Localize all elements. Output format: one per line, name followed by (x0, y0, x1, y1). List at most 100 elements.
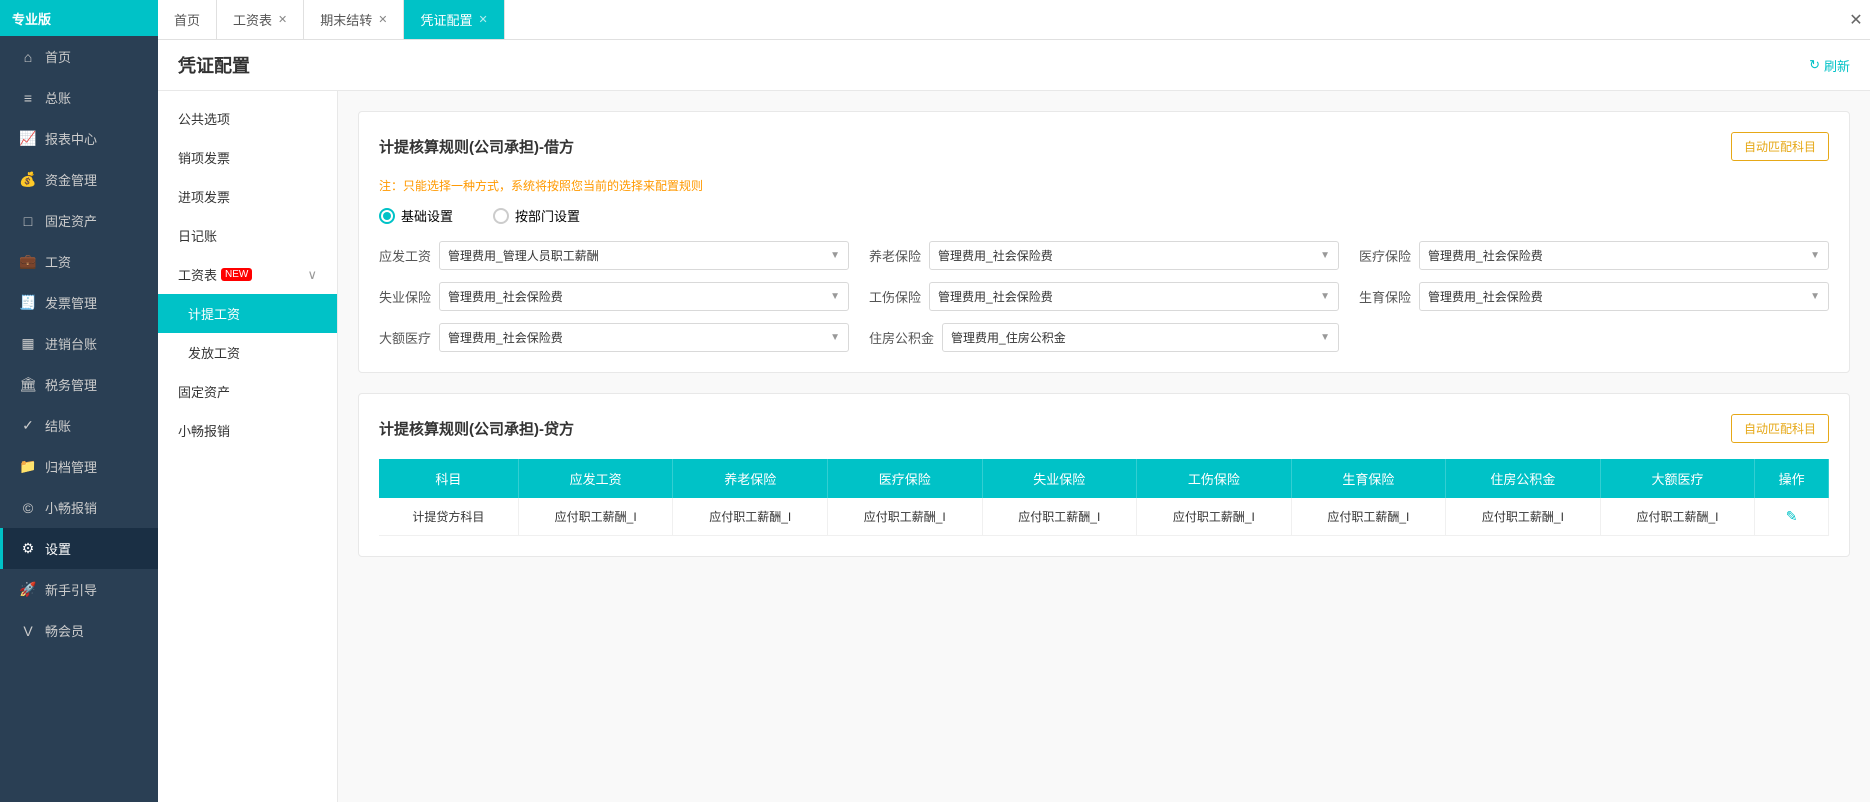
debit-section-note: 注：只能选择一种方式，系统将按照您当前的选择来配置规则 (379, 177, 1829, 194)
page-title: 凭证配置 (178, 52, 250, 78)
sidebar-item-label: 首页 (45, 47, 71, 66)
sidebar-item-purchase-sales[interactable]: ▦ 进销台账 (0, 323, 158, 364)
nav-sales-invoice[interactable]: 销项发票 (158, 138, 337, 177)
salary-icon: 💼 (19, 253, 37, 270)
housing-dropdown-icon: ▼ (1320, 332, 1330, 343)
debit-auto-match-button[interactable]: 自动匹配科目 (1731, 132, 1829, 161)
th-pension: 养老保险 (673, 459, 828, 498)
tab-salary-close[interactable]: ✕ (278, 13, 287, 26)
sidebar-item-member[interactable]: V 畅会员 (0, 610, 158, 651)
form-item-empty (1359, 323, 1829, 352)
page-header: 凭证配置 ↻ 刷新 (158, 40, 1870, 91)
nav-purchase-invoice[interactable]: 进项发票 (158, 177, 337, 216)
nav-calc-salary[interactable]: 计提工资 (158, 294, 337, 333)
tab-home[interactable]: 首页 (158, 0, 217, 39)
medical-select-value: 管理费用_社会保险费 (1428, 247, 1543, 264)
injury-select[interactable]: 管理费用_社会保险费 ▼ (929, 282, 1339, 311)
sidebar-item-label: 工资 (45, 252, 71, 271)
sidebar-item-fund-management[interactable]: 💰 资金管理 (0, 159, 158, 200)
maternity-select[interactable]: 管理费用_社会保险费 ▼ (1419, 282, 1829, 311)
nav-fixed-assets[interactable]: 固定资产 (158, 372, 337, 411)
tab-period-close-btn[interactable]: ✕ (378, 13, 387, 26)
injury-select-value: 管理费用_社会保险费 (938, 288, 1053, 305)
td-subject: 计提贷方科目 (379, 498, 518, 536)
salary-select-value: 管理费用_管理人员职工薪酬 (448, 247, 599, 264)
unemployment-select-value: 管理费用_社会保险费 (448, 288, 563, 305)
tab-salary-table[interactable]: 工资表 ✕ (217, 0, 304, 39)
radio-dept-settings[interactable]: 按部门设置 (493, 206, 580, 225)
sidebar-item-invoice-management[interactable]: 🧾 发票管理 (0, 282, 158, 323)
sidebar-item-xiaochang-report[interactable]: © 小畅报销 (0, 487, 158, 528)
sidebar-item-label: 税务管理 (45, 375, 97, 394)
window-close-btn[interactable]: ✕ (1842, 6, 1870, 34)
injury-dropdown-icon: ▼ (1320, 291, 1330, 302)
sidebar-item-tax-management[interactable]: 🏛 税务管理 (0, 364, 158, 405)
archive-icon: 📁 (19, 458, 37, 475)
sidebar-item-settings[interactable]: ⚙ 设置 (0, 528, 158, 569)
medical-select[interactable]: 管理费用_社会保险费 ▼ (1419, 241, 1829, 270)
guide-icon: 🚀 (19, 581, 37, 598)
sidebar-item-report-center[interactable]: 📈 报表中心 (0, 118, 158, 159)
new-badge: NEW (221, 268, 252, 281)
credit-section-header: 计提核算规则(公司承担)-贷方 自动匹配科目 (379, 414, 1829, 443)
sidebar-item-fixed-assets[interactable]: □ 固定资产 (0, 200, 158, 241)
xiaochang-icon: © (19, 500, 37, 516)
sidebar-item-label: 资金管理 (45, 170, 97, 189)
refresh-icon: ↻ (1809, 57, 1820, 73)
refresh-button[interactable]: ↻ 刷新 (1809, 56, 1850, 75)
sidebar-item-home[interactable]: ⌂ 首页 (0, 36, 158, 77)
sidebar: 专业版 ⌂ 首页 ≡ 总账 📈 报表中心 💰 资金管理 □ 固定资产 💼 工资 … (0, 0, 158, 802)
nav-journal[interactable]: 日记账 (158, 216, 337, 255)
radio-basic-inner (383, 212, 391, 220)
sidebar-item-archive[interactable]: 📁 归档管理 (0, 446, 158, 487)
tab-period-close[interactable]: 期末结转 ✕ (304, 0, 404, 39)
th-unemployment: 失业保险 (982, 459, 1137, 498)
form-item-medical: 医疗保险 管理费用_社会保险费 ▼ (1359, 241, 1829, 270)
salary-select[interactable]: 管理费用_管理人员职工薪酬 ▼ (439, 241, 849, 270)
form-item-maternity: 生育保险 管理费用_社会保险费 ▼ (1359, 282, 1829, 311)
pension-label: 养老保险 (869, 246, 921, 265)
tab-voucher-close[interactable]: ✕ (479, 13, 488, 26)
nav-salary-table[interactable]: 工资表 NEW ∨ (158, 255, 337, 294)
sidebar-item-close-accounts[interactable]: ✓ 结账 (0, 405, 158, 446)
maternity-label: 生育保险 (1359, 287, 1411, 306)
edit-icon[interactable]: ✎ (1786, 508, 1798, 524)
nav-public-options[interactable]: 公共选项 (158, 99, 337, 138)
th-medical: 医疗保险 (827, 459, 982, 498)
housing-select[interactable]: 管理费用_住房公积金 ▼ (942, 323, 1339, 352)
sidebar-item-label: 总账 (45, 88, 71, 107)
form-item-pension: 养老保险 管理费用_社会保险费 ▼ (869, 241, 1339, 270)
sidebar-item-label: 设置 (45, 539, 71, 558)
radio-dept-label: 按部门设置 (515, 206, 580, 225)
td-maternity-credit: 应付职工薪酬_I (1291, 498, 1446, 536)
tab-voucher-config[interactable]: 凭证配置 ✕ (404, 0, 504, 39)
sidebar-item-label: 小畅报销 (45, 498, 97, 517)
brand-label: 专业版 (0, 0, 158, 36)
unemployment-dropdown-icon: ▼ (830, 291, 840, 302)
td-injury-credit: 应付职工薪酬_I (1137, 498, 1292, 536)
debit-section-title: 计提核算规则(公司承担)-借方 (379, 136, 574, 157)
debit-section: 计提核算规则(公司承担)-借方 自动匹配科目 注：只能选择一种方式，系统将按照您… (358, 111, 1850, 373)
sidebar-item-label: 畅会员 (45, 621, 84, 640)
radio-basic-settings[interactable]: 基础设置 (379, 206, 453, 225)
assets-icon: □ (19, 213, 37, 229)
pension-select[interactable]: 管理费用_社会保险费 ▼ (929, 241, 1339, 270)
unemployment-select[interactable]: 管理费用_社会保险费 ▼ (439, 282, 849, 311)
credit-section-title: 计提核算规则(公司承担)-贷方 (379, 418, 574, 439)
nav-pay-salary[interactable]: 发放工资 (158, 333, 337, 372)
sidebar-item-label: 报表中心 (45, 129, 97, 148)
ledger-icon: ≡ (19, 90, 37, 106)
nav-xiaochang-expense[interactable]: 小畅报销 (158, 411, 337, 450)
sidebar-item-salary[interactable]: 💼 工资 (0, 241, 158, 282)
sidebar-item-beginner-guide[interactable]: 🚀 新手引导 (0, 569, 158, 610)
sidebar-item-general-ledger[interactable]: ≡ 总账 (0, 77, 158, 118)
radio-basic-label: 基础设置 (401, 206, 453, 225)
credit-auto-match-button[interactable]: 自动匹配科目 (1731, 414, 1829, 443)
fund-icon: 💰 (19, 171, 37, 188)
salary-label: 应发工资 (379, 246, 431, 265)
major-medical-select[interactable]: 管理费用_社会保险费 ▼ (439, 323, 849, 352)
th-injury: 工伤保险 (1137, 459, 1292, 498)
tax-icon: 🏛 (19, 376, 37, 393)
td-action[interactable]: ✎ (1755, 498, 1829, 536)
expand-icon: ∨ (307, 267, 317, 283)
